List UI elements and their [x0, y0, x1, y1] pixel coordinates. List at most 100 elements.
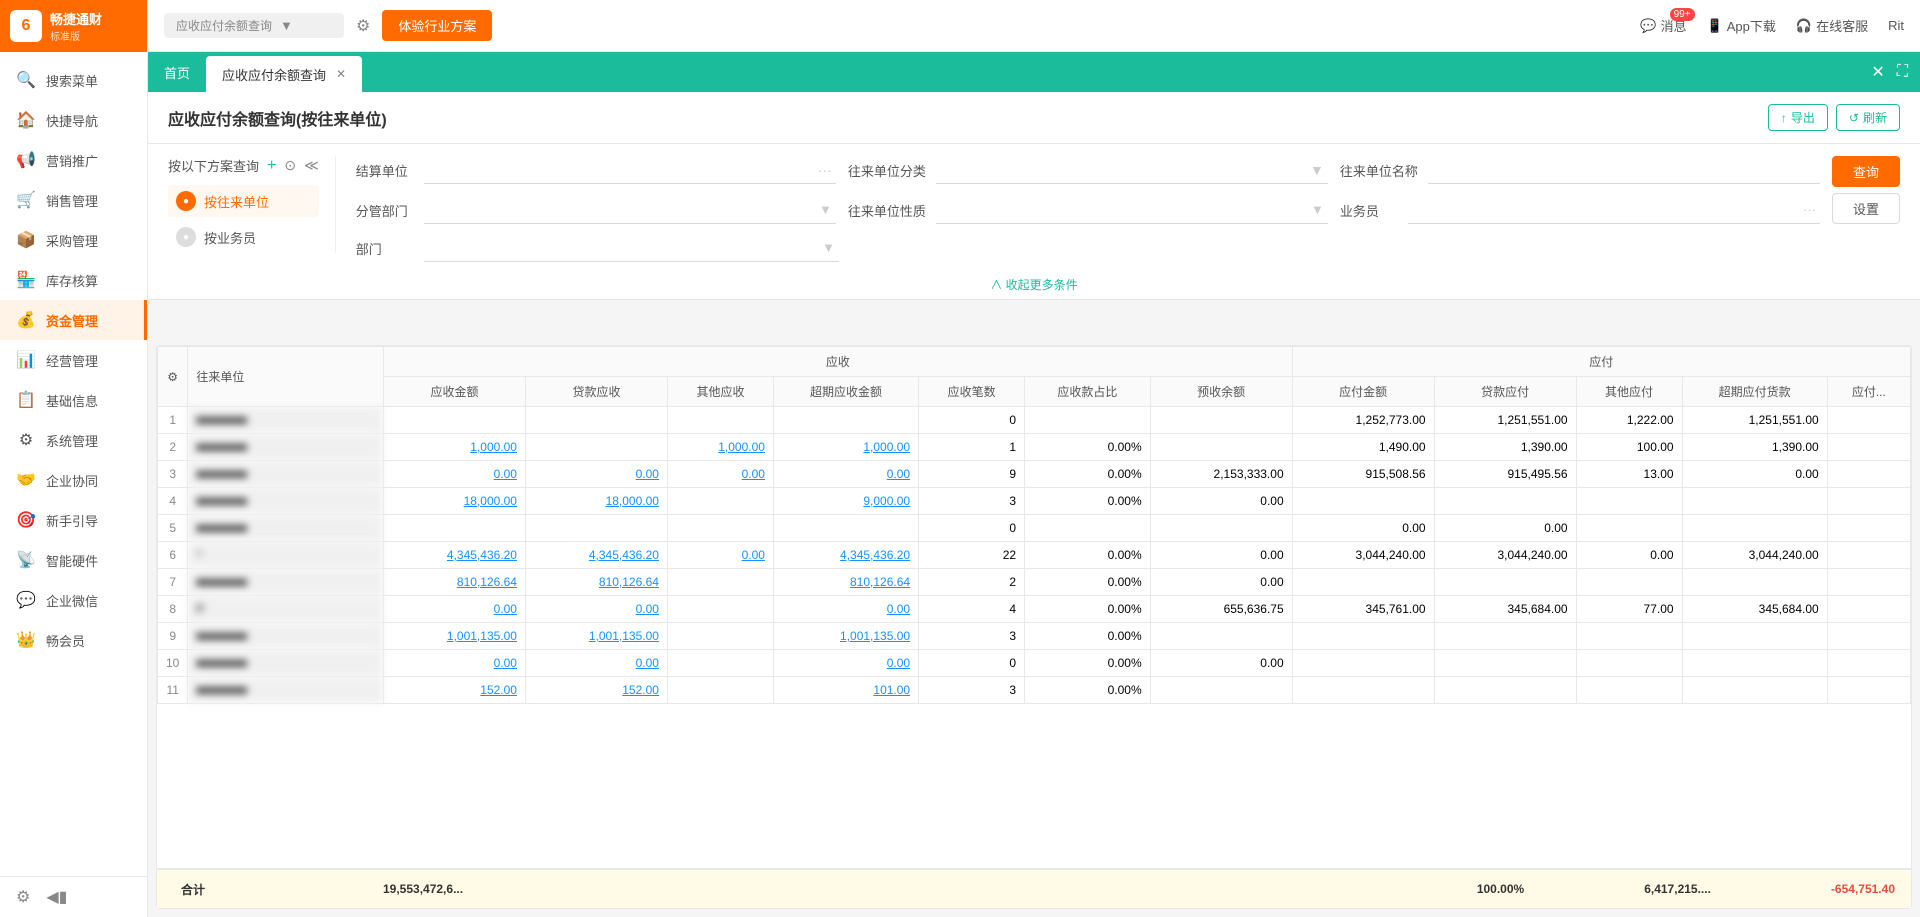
- refresh-btn[interactable]: ↺ 刷新: [1836, 104, 1900, 131]
- sidebar-item-quicknav[interactable]: 🏠 快捷导航: [0, 100, 147, 140]
- app-download-btn[interactable]: 📱 App下载: [1707, 16, 1776, 35]
- cell-link[interactable]: 18,000.00: [464, 494, 517, 508]
- cell-link[interactable]: 810,126.64: [599, 575, 659, 589]
- sidebar-item-search[interactable]: 🔍 搜索菜单: [0, 60, 147, 100]
- table-cell[interactable]: 4,345,436.20: [384, 542, 526, 569]
- cell-link[interactable]: 1,001,135.00: [447, 629, 517, 643]
- sidebar-item-marketing[interactable]: 📢 营销推广: [0, 140, 147, 180]
- cell-link[interactable]: 4,345,436.20: [447, 548, 517, 562]
- table-cell[interactable]: 0.00: [525, 596, 667, 623]
- cell-link[interactable]: 4,345,436.20: [840, 548, 910, 562]
- table-cell[interactable]: 0.00: [773, 596, 918, 623]
- table-cell[interactable]: 810,126.64: [384, 569, 526, 596]
- filter-dept-input[interactable]: ▼: [424, 196, 836, 224]
- table-cell[interactable]: 0.00: [384, 461, 526, 488]
- table-cell[interactable]: 1,001,135.00: [773, 623, 918, 650]
- cell-link[interactable]: 0.00: [636, 467, 659, 481]
- cell-link[interactable]: 1,001,135.00: [589, 629, 659, 643]
- close-window-icon[interactable]: ✕: [1871, 62, 1884, 82]
- cell-link[interactable]: 1,001,135.00: [840, 629, 910, 643]
- table-cell[interactable]: 0.00: [384, 650, 526, 677]
- filter-nav-by-unit[interactable]: ● 按往来单位: [168, 185, 319, 217]
- industry-btn[interactable]: 体验行业方案: [382, 10, 492, 41]
- filter-salesperson-input[interactable]: ···: [1408, 196, 1820, 224]
- cell-link[interactable]: 0.00: [742, 467, 765, 481]
- table-cell[interactable]: 4,345,436.20: [773, 542, 918, 569]
- tab-home[interactable]: 首页: [148, 52, 206, 92]
- table-cell[interactable]: 810,126.64: [773, 569, 918, 596]
- cell-link[interactable]: 0.00: [636, 602, 659, 616]
- table-cell[interactable]: 18,000.00: [384, 488, 526, 515]
- messages-btn[interactable]: 💬 消息 99+: [1640, 16, 1686, 35]
- table-cell[interactable]: 152.00: [525, 677, 667, 704]
- tab-query[interactable]: 应收应付余额查询 ✕: [206, 56, 362, 92]
- cell-link[interactable]: 4,345,436.20: [589, 548, 659, 562]
- sidebar-item-wechat[interactable]: 💬 企业微信: [0, 580, 147, 620]
- table-cell[interactable]: 0.00: [384, 596, 526, 623]
- cell-link[interactable]: 0.00: [636, 656, 659, 670]
- cell-link[interactable]: 1,000.00: [863, 440, 910, 454]
- cell-link[interactable]: 152.00: [480, 683, 517, 697]
- table-cell[interactable]: 0.00: [773, 461, 918, 488]
- filter-add-btn[interactable]: +: [267, 157, 276, 175]
- settings-col-header[interactable]: ⚙: [158, 347, 188, 407]
- table-cell[interactable]: 0.00: [525, 461, 667, 488]
- filter-settlement-input[interactable]: ···: [424, 156, 836, 184]
- table-cell[interactable]: 810,126.64: [525, 569, 667, 596]
- filter-collapse-btn[interactable]: ≪: [304, 157, 319, 174]
- collapse-icon[interactable]: ◀▮: [46, 887, 67, 907]
- filter-unit-category-input[interactable]: ▼: [936, 156, 1328, 184]
- table-cell[interactable]: 4,345,436.20: [525, 542, 667, 569]
- settings-icon[interactable]: ⚙: [16, 887, 30, 907]
- cell-link[interactable]: 1,000.00: [718, 440, 765, 454]
- export-btn[interactable]: ↑ 导出: [1768, 104, 1828, 131]
- sidebar-item-operations[interactable]: 📊 经营管理: [0, 340, 147, 380]
- table-cell[interactable]: 152.00: [384, 677, 526, 704]
- table-cell[interactable]: 1,000.00: [667, 434, 773, 461]
- tab-close-icon[interactable]: ✕: [336, 67, 346, 81]
- settings-btn[interactable]: 设置: [1832, 193, 1900, 224]
- sidebar-item-system[interactable]: ⚙ 系统管理: [0, 420, 147, 460]
- sidebar-item-finance[interactable]: 💰 资金管理: [0, 300, 147, 340]
- sidebar-item-inventory[interactable]: 🏪 库存核算: [0, 260, 147, 300]
- cell-link[interactable]: 0.00: [887, 602, 910, 616]
- sidebar-item-purchase[interactable]: 📦 采购管理: [0, 220, 147, 260]
- settings-gear-icon[interactable]: ⚙: [356, 16, 370, 36]
- cell-link[interactable]: 0.00: [494, 467, 517, 481]
- sidebar-item-basic[interactable]: 📋 基础信息: [0, 380, 147, 420]
- filter-unit-nature-input[interactable]: ▼: [936, 196, 1328, 224]
- table-cell[interactable]: 0.00: [525, 650, 667, 677]
- cell-link[interactable]: 1,000.00: [470, 440, 517, 454]
- filter-settings-btn[interactable]: ⊙: [284, 157, 296, 174]
- cell-link[interactable]: 152.00: [622, 683, 659, 697]
- sidebar-item-guide[interactable]: 🎯 新手引导: [0, 500, 147, 540]
- table-cell[interactable]: 0.00: [773, 650, 918, 677]
- table-cell[interactable]: 0.00: [667, 542, 773, 569]
- cell-link[interactable]: 18,000.00: [606, 494, 659, 508]
- cell-link[interactable]: 810,126.64: [850, 575, 910, 589]
- sidebar-item-cooperation[interactable]: 🤝 企业协同: [0, 460, 147, 500]
- collect-more-btn[interactable]: ∧ 收起更多条件: [148, 270, 1920, 300]
- cell-link[interactable]: 0.00: [742, 548, 765, 562]
- sidebar-item-sales[interactable]: 🛒 销售管理: [0, 180, 147, 220]
- table-cell[interactable]: 9,000.00: [773, 488, 918, 515]
- cell-link[interactable]: 0.00: [494, 656, 517, 670]
- filter-department-input[interactable]: ▼: [424, 234, 839, 262]
- sidebar-item-hardware[interactable]: 📡 智能硬件: [0, 540, 147, 580]
- table-cell[interactable]: 1,001,135.00: [525, 623, 667, 650]
- query-btn[interactable]: 查询: [1832, 156, 1900, 187]
- user-name[interactable]: Rit: [1888, 18, 1904, 33]
- cell-link[interactable]: 9,000.00: [863, 494, 910, 508]
- table-cell[interactable]: 1,000.00: [384, 434, 526, 461]
- table-cell[interactable]: 1,000.00: [773, 434, 918, 461]
- cell-link[interactable]: 0.00: [887, 467, 910, 481]
- filter-nav-by-salesperson[interactable]: ● 按业务员: [168, 221, 319, 253]
- cell-link[interactable]: 810,126.64: [457, 575, 517, 589]
- cell-link[interactable]: 101.00: [873, 683, 910, 697]
- filter-unit-name-input[interactable]: [1428, 156, 1820, 184]
- cell-link[interactable]: 0.00: [494, 602, 517, 616]
- table-cell[interactable]: 18,000.00: [525, 488, 667, 515]
- table-cell[interactable]: 0.00: [667, 461, 773, 488]
- table-cell[interactable]: 101.00: [773, 677, 918, 704]
- cell-link[interactable]: 0.00: [887, 656, 910, 670]
